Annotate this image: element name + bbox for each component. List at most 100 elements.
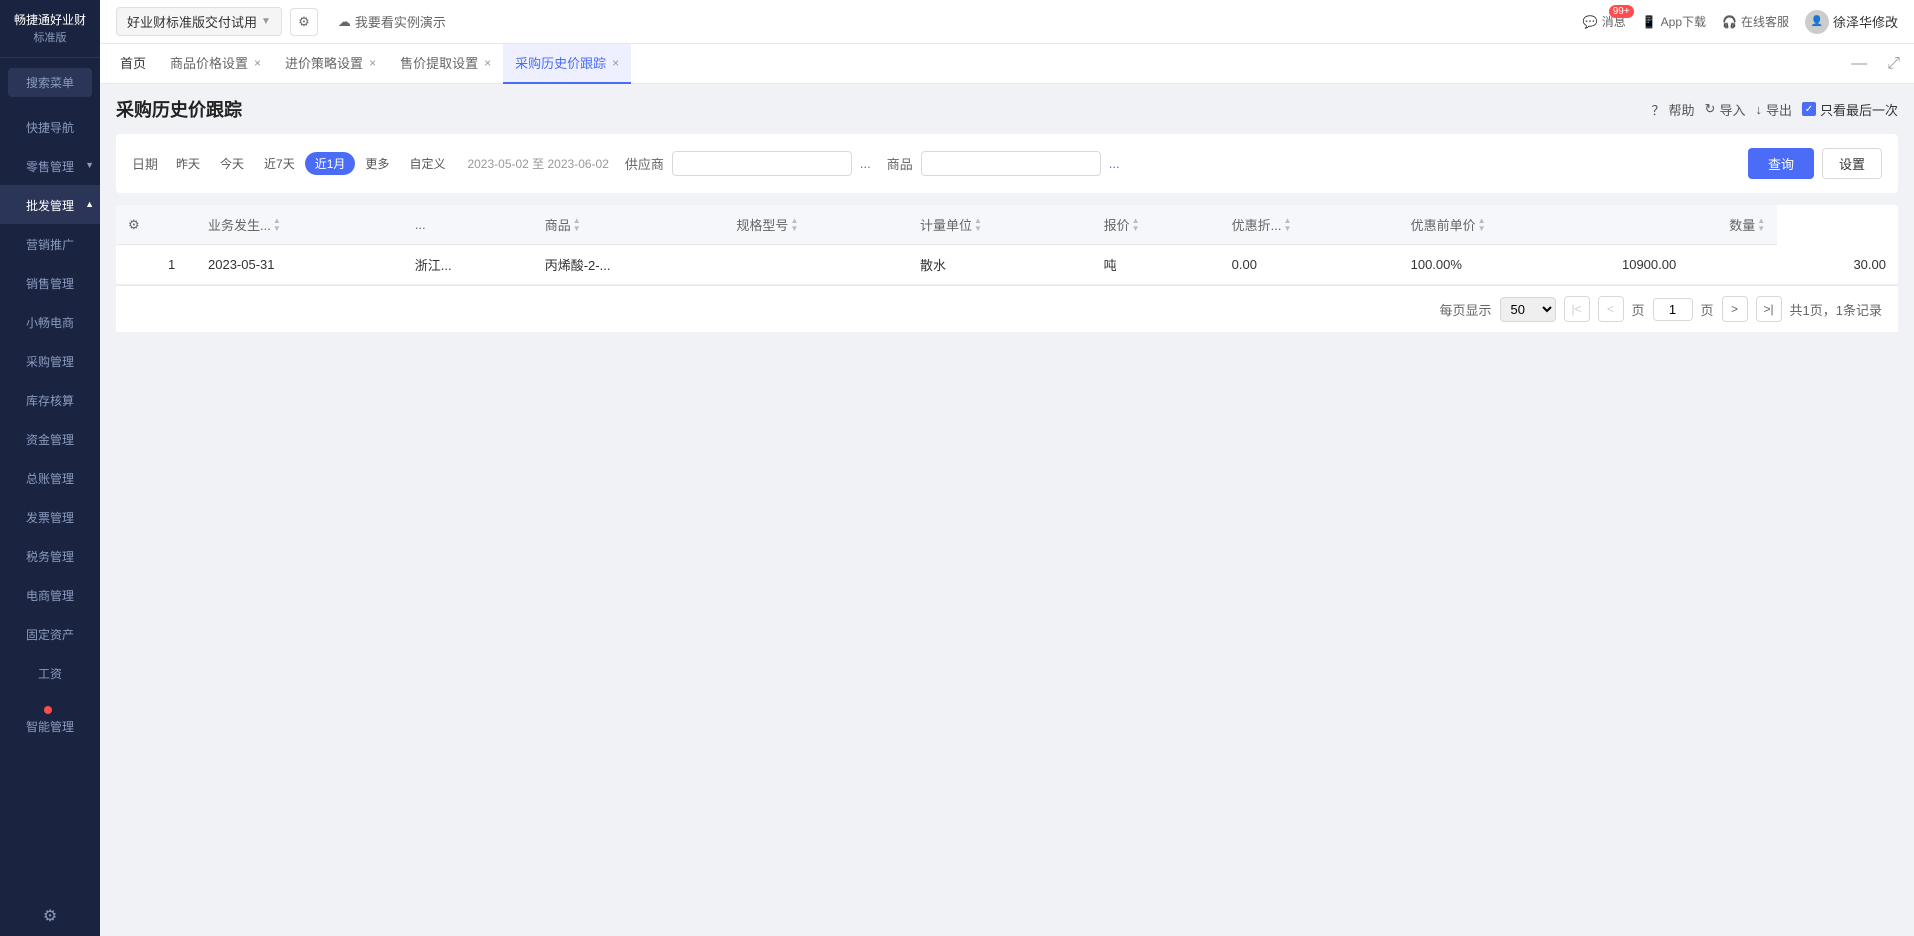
query-button[interactable]: 查询 — [1748, 148, 1814, 179]
settings-button[interactable]: 设置 — [1822, 148, 1882, 179]
col-settings[interactable]: ⚙ — [116, 205, 156, 245]
col-goods-sort[interactable]: 商品 ▲▼ — [545, 215, 581, 234]
sidebar-item-smart[interactable]: 智能管理 — [0, 692, 100, 745]
tab-strategy[interactable]: 进价策略设置 × — [273, 44, 388, 84]
col-spec-sort[interactable]: 规格型号 ▲▼ — [736, 215, 798, 234]
col-unit[interactable]: 计量单位 ▲▼ — [908, 205, 1092, 245]
tab-price-label: 商品价格设置 — [170, 53, 248, 72]
supplier-input[interactable] — [672, 151, 852, 176]
date-more[interactable]: 更多 — [355, 151, 399, 176]
goods-more-button[interactable]: ... — [1109, 156, 1120, 171]
tab-history[interactable]: 采购历史价跟踪 × — [503, 44, 631, 84]
only-last-checkbox-label[interactable]: 只看最后一次 — [1802, 100, 1898, 119]
app-download-button[interactable]: 📱 App下载 — [1642, 13, 1706, 30]
only-last-label: 只看最后一次 — [1820, 100, 1898, 119]
next-page-button[interactable]: > — [1722, 296, 1748, 322]
headset-icon: 🎧 — [1722, 15, 1737, 29]
sidebar-item-purchase[interactable]: 采购管理 — [0, 341, 100, 380]
tab-price-close[interactable]: × — [254, 56, 261, 70]
tab-sale-close[interactable]: × — [484, 56, 491, 70]
sort-arrows-unit: ▲▼ — [974, 217, 982, 233]
sort-arrows-price: ▲▼ — [1478, 217, 1486, 233]
last-page-button[interactable]: >| — [1756, 296, 1782, 322]
import-button[interactable]: ↻ 导入 — [1705, 100, 1746, 119]
sidebar-gear-icon[interactable]: ⚙ — [8, 906, 92, 926]
export-button[interactable]: ↓ 导出 — [1755, 100, 1792, 119]
col-quote[interactable]: 报价 ▲▼ — [1092, 205, 1220, 245]
app-logo: 畅捷通好业财 标准版 — [0, 0, 100, 58]
tab-maximize-button[interactable]: ⤢ — [1881, 53, 1906, 75]
col-quantity-sort[interactable]: 数量 ▲▼ — [1729, 215, 1765, 234]
search-menu-button[interactable]: 搜索菜单 — [8, 68, 92, 97]
tab-home-label: 首页 — [120, 53, 146, 72]
date-custom[interactable]: 自定义 — [399, 151, 455, 176]
online-service-label: 在线客服 — [1741, 13, 1789, 30]
user-menu[interactable]: 👤 徐泽华修改 — [1805, 10, 1898, 34]
per-page-select[interactable]: 50 100 200 — [1500, 297, 1556, 322]
user-name: 徐泽华修改 — [1833, 12, 1898, 31]
page-header: 采购历史价跟踪 ？ 帮助 ↻ 导入 ↓ 导出 只看最后一次 — [116, 96, 1898, 122]
page-number-input[interactable] — [1653, 298, 1693, 321]
col-discount[interactable]: 优惠折... ▲▼ — [1220, 205, 1399, 245]
tab-minimize-button[interactable]: — — [1845, 53, 1873, 75]
supplier-label: 供应商 — [625, 154, 664, 173]
product-selector[interactable]: 好业财标准版交付试用 ▼ — [116, 7, 282, 36]
row-business-date-cell: 2023-05-31 — [196, 245, 403, 285]
sidebar-item-shortcut[interactable]: 快捷导航 — [0, 107, 100, 146]
tab-strategy-label: 进价策略设置 — [285, 53, 363, 72]
topbar-settings-button[interactable]: ⚙ — [290, 8, 318, 36]
sidebar-item-ecommerce-small[interactable]: 小畅电商 — [0, 302, 100, 341]
tab-history-close[interactable]: × — [612, 56, 619, 70]
sidebar-item-general-ledger[interactable]: 总账管理 — [0, 458, 100, 497]
row-discount-val-cell: 0.00 — [1220, 245, 1399, 285]
prev-page-button[interactable]: < — [1598, 296, 1624, 322]
col-quote-sort[interactable]: 报价 ▲▼ — [1104, 215, 1140, 234]
col-price-sort[interactable]: 优惠前单价 ▲▼ — [1411, 215, 1486, 234]
sidebar-item-marketing[interactable]: 营销推广 — [0, 224, 100, 263]
row-spec-cell — [724, 245, 908, 285]
col-business-date-sort[interactable]: 业务发生... ▲▼ — [208, 215, 281, 234]
only-last-checkbox[interactable] — [1802, 102, 1816, 116]
column-settings-icon[interactable]: ⚙ — [128, 217, 140, 232]
col-price[interactable]: 优惠前单价 ▲▼ — [1399, 205, 1610, 245]
col-discount-sort[interactable]: 优惠折... ▲▼ — [1232, 215, 1292, 234]
supplier-more-button[interactable]: ... — [860, 156, 871, 171]
sidebar-item-inventory[interactable]: 库存核算 — [0, 380, 100, 419]
tab-strategy-close[interactable]: × — [369, 56, 376, 70]
topbar: 好业财标准版交付试用 ▼ ⚙ ☁ 我要看实例演示 💬 消息 99+ 📱 App下… — [100, 0, 1914, 44]
row-quantity-cell: 30.00 — [1777, 245, 1898, 285]
col-unit-sort[interactable]: 计量单位 ▲▼ — [920, 215, 982, 234]
date-yesterday[interactable]: 昨天 — [166, 151, 210, 176]
col-spec[interactable]: 规格型号 ▲▼ — [724, 205, 908, 245]
first-page-button[interactable]: |< — [1564, 296, 1590, 322]
help-label: 帮助 — [1669, 100, 1695, 119]
data-table-wrapper: ⚙ 业务发生... ▲▼ ... — [116, 205, 1898, 285]
sidebar-item-payroll[interactable]: 工资 — [0, 653, 100, 692]
col-business-date[interactable]: 业务发生... ▲▼ — [196, 205, 403, 245]
sidebar-search-area[interactable]: 搜索菜单 — [0, 58, 100, 107]
sidebar-item-sales[interactable]: 销售管理 — [0, 263, 100, 302]
tab-home[interactable]: 首页 — [108, 44, 158, 84]
sidebar-item-tax[interactable]: 税务管理 — [0, 536, 100, 575]
tab-sale[interactable]: 售价提取设置 × — [388, 44, 503, 84]
col-goods[interactable]: 商品 ▲▼ — [533, 205, 725, 245]
date-1month[interactable]: 近1月 — [305, 152, 356, 175]
online-service-button[interactable]: 🎧 在线客服 — [1722, 13, 1789, 30]
goods-input[interactable] — [921, 151, 1101, 176]
row-settings-cell[interactable] — [116, 245, 156, 285]
tab-price[interactable]: 商品价格设置 × — [158, 44, 273, 84]
sidebar-item-retail[interactable]: 零售管理 — [0, 146, 100, 185]
message-button[interactable]: 💬 消息 99+ — [1583, 13, 1626, 30]
sidebar-item-assets[interactable]: 固定资产 — [0, 614, 100, 653]
sidebar-item-invoice[interactable]: 发票管理 — [0, 497, 100, 536]
demo-button[interactable]: ☁ 我要看实例演示 — [338, 12, 446, 31]
date-7days[interactable]: 近7天 — [254, 151, 305, 176]
sidebar-item-ecommerce[interactable]: 电商管理 — [0, 575, 100, 614]
help-button[interactable]: ？ 帮助 — [1652, 100, 1695, 119]
date-today[interactable]: 今天 — [210, 151, 254, 176]
sidebar-item-finance[interactable]: 资金管理 — [0, 419, 100, 458]
col-quantity[interactable]: 数量 ▲▼ — [1610, 205, 1777, 245]
sidebar-item-wholesale[interactable]: 批发管理 — [0, 185, 100, 224]
per-page-label: 每页显示 — [1439, 300, 1491, 319]
settings-icon: ⚙ — [298, 14, 310, 30]
